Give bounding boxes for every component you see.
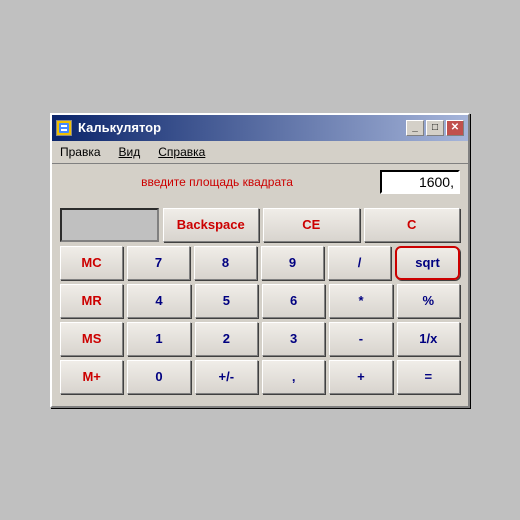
button-row-2: MC 7 8 9 / sqrt (60, 246, 460, 280)
btn-comma[interactable]: , (262, 360, 325, 394)
minimize-button[interactable]: _ (406, 120, 424, 136)
btn-2[interactable]: 2 (195, 322, 258, 356)
ce-button[interactable]: CE (263, 208, 360, 242)
btn-3[interactable]: 3 (262, 322, 325, 356)
btn-add[interactable]: + (329, 360, 392, 394)
button-row-1: Backspace CE C (60, 208, 460, 242)
calculator-window: Калькулятор _ □ ✕ Правка Вид Справка вве… (50, 113, 470, 408)
btn-negate[interactable]: +/- (195, 360, 258, 394)
btn-6[interactable]: 6 (262, 284, 325, 318)
button-row-5: M+ 0 +/- , + = (60, 360, 460, 394)
display-value: 1600, (380, 170, 460, 194)
button-row-4: MS 1 2 3 - 1/x (60, 322, 460, 356)
btn-equals[interactable]: = (397, 360, 460, 394)
backspace-button[interactable]: Backspace (163, 208, 260, 242)
button-row-3: MR 4 5 6 * % (60, 284, 460, 318)
titlebar: Калькулятор _ □ ✕ (52, 115, 468, 141)
mc-button[interactable]: MC (60, 246, 123, 280)
btn-percent[interactable]: % (397, 284, 460, 318)
btn-1[interactable]: 1 (127, 322, 190, 356)
menu-item-pravka[interactable]: Правка (56, 143, 105, 161)
display-area: введите площадь квадрата 1600, (52, 164, 468, 200)
menu-item-vid[interactable]: Вид (115, 143, 145, 161)
btn-4[interactable]: 4 (127, 284, 190, 318)
mr-button[interactable]: MR (60, 284, 123, 318)
menu-item-spravka[interactable]: Справка (154, 143, 209, 161)
calculator-body: Backspace CE C MC 7 8 9 / sqrt MR 4 5 6 … (52, 200, 468, 406)
mplus-button[interactable]: M+ (60, 360, 123, 394)
btn-5[interactable]: 5 (195, 284, 258, 318)
close-button[interactable]: ✕ (446, 120, 464, 136)
menubar: Правка Вид Справка (52, 141, 468, 164)
btn-multiply[interactable]: * (329, 284, 392, 318)
display-hint: введите площадь квадрата (60, 175, 374, 189)
btn-9[interactable]: 9 (261, 246, 324, 280)
btn-reciprocal[interactable]: 1/x (397, 322, 460, 356)
ms-button[interactable]: MS (60, 322, 123, 356)
btn-8[interactable]: 8 (194, 246, 257, 280)
btn-subtract[interactable]: - (329, 322, 392, 356)
maximize-button[interactable]: □ (426, 120, 444, 136)
window-controls: _ □ ✕ (406, 120, 464, 136)
sqrt-button[interactable]: sqrt (395, 246, 460, 280)
app-icon (56, 120, 72, 136)
memory-placeholder (60, 208, 159, 242)
window-title: Калькулятор (78, 120, 400, 135)
c-button[interactable]: C (364, 208, 461, 242)
btn-7[interactable]: 7 (127, 246, 190, 280)
btn-divide[interactable]: / (328, 246, 391, 280)
btn-0[interactable]: 0 (127, 360, 190, 394)
